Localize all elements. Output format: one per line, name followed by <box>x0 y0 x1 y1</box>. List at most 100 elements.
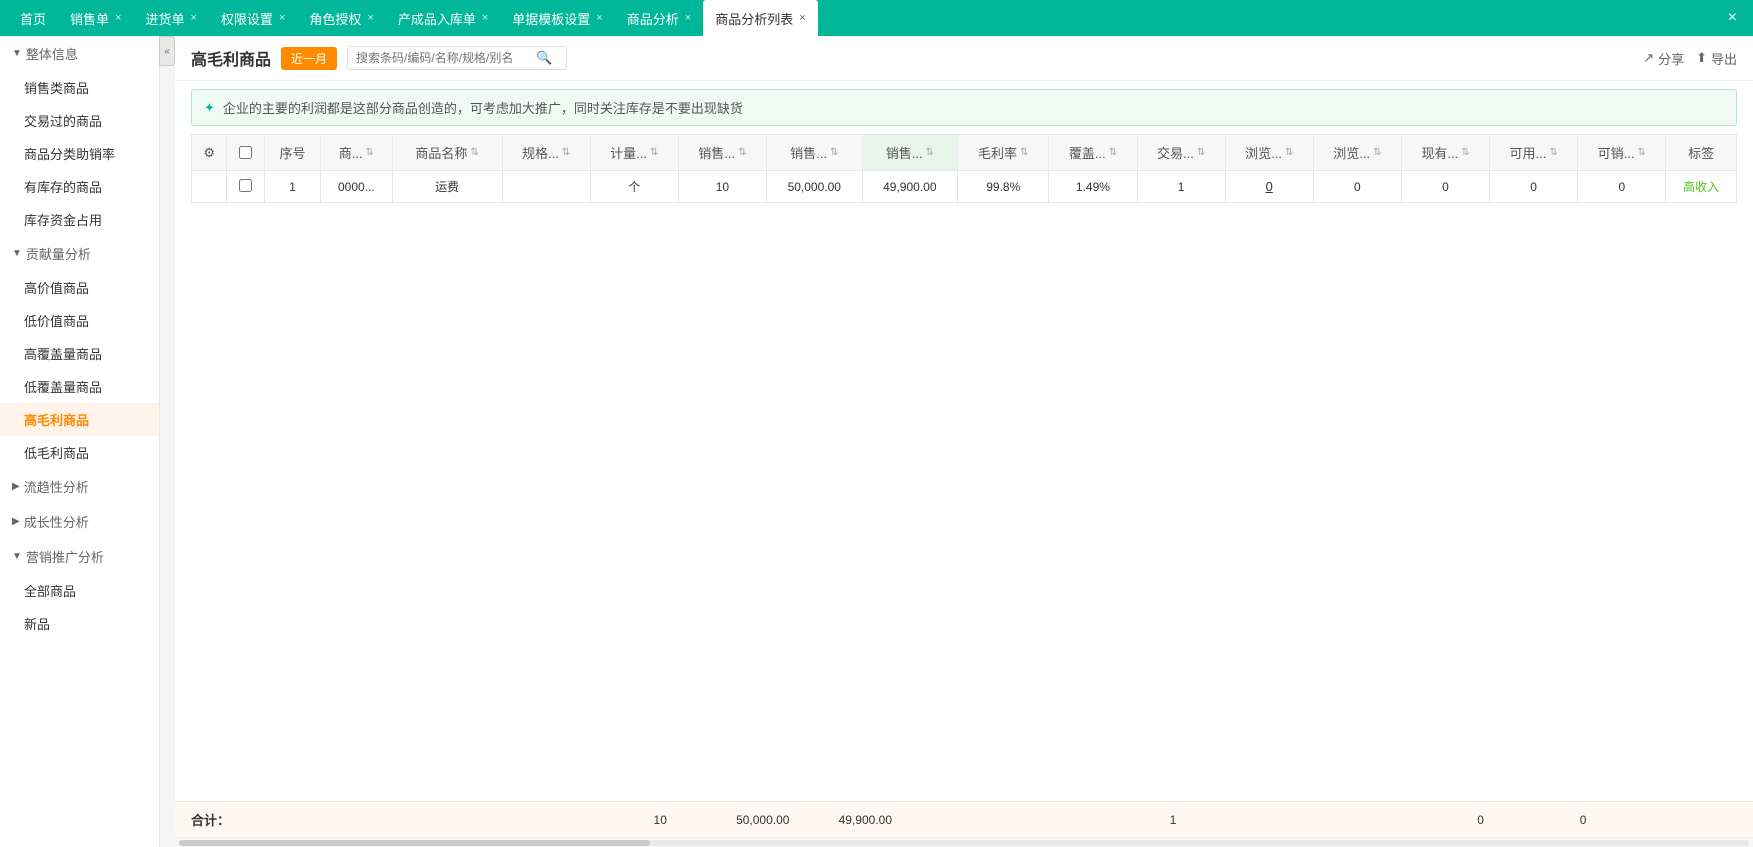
sort-amount-icon: ⇅ <box>830 147 838 158</box>
sidebar-section-flow[interactable]: ▶ 流趋性分析 <box>0 469 159 504</box>
col-browse1[interactable]: 浏览...⇅ <box>1225 135 1313 171</box>
cell-sales-qty: 10 <box>678 171 766 203</box>
sidebar-section-marketing[interactable]: ▼ 营销推广分析 <box>0 539 159 574</box>
search-icon[interactable]: 🔍 <box>536 50 552 66</box>
sidebar-item-low-coverage[interactable]: 低覆盖量商品 <box>0 370 159 403</box>
sidebar-item-high-margin[interactable]: 高毛利商品 <box>0 403 159 436</box>
page-title: 高毛利商品 <box>191 46 271 70</box>
sidebar-section-contribution[interactable]: ▼ 贡献量分析 <box>0 236 159 271</box>
cell-sales-profit: 49,900.00 <box>862 171 958 203</box>
row-checkbox[interactable] <box>239 179 252 192</box>
col-coverage[interactable]: 覆盖...⇅ <box>1049 135 1137 171</box>
nav-purchase-order[interactable]: 进货单 × <box>133 0 208 36</box>
footer-sales-amount: 50,000.00 <box>711 813 814 827</box>
sidebar-collapse-btn[interactable]: « <box>159 36 175 66</box>
close-roles[interactable]: × <box>367 12 373 24</box>
bottom-scrollbar[interactable] <box>175 837 1753 847</box>
sidebar-item-new-goods[interactable]: 新品 <box>0 607 159 640</box>
footer-spacer1 <box>250 813 609 827</box>
sidebar-item-high-coverage[interactable]: 高覆盖量商品 <box>0 337 159 370</box>
sort-name-icon: ⇅ <box>470 147 478 158</box>
close-all-tabs[interactable]: × <box>1720 9 1745 27</box>
sidebar-item-low-value[interactable]: 低价值商品 <box>0 304 159 337</box>
sidebar-item-category-rate[interactable]: 商品分类助销率 <box>0 137 159 170</box>
nav-permissions[interactable]: 权限设置 × <box>209 0 297 36</box>
nav-product-analysis[interactable]: 商品分析 × <box>615 0 703 36</box>
close-product-inbound[interactable]: × <box>482 12 488 24</box>
col-sales-qty[interactable]: 销售...⇅ <box>678 135 766 171</box>
close-product-analysis[interactable]: × <box>685 12 691 24</box>
export-btn[interactable]: ⬆ 导出 <box>1696 49 1737 68</box>
col-browse2[interactable]: 浏览...⇅ <box>1313 135 1401 171</box>
sidebar-item-all-goods[interactable]: 全部商品 <box>0 574 159 607</box>
sort-browse2-icon: ⇅ <box>1373 147 1381 158</box>
close-purchase-order[interactable]: × <box>190 12 196 24</box>
sort-spec-icon: ⇅ <box>562 147 570 158</box>
sort-margin-icon: ⇅ <box>1020 147 1028 158</box>
sidebar-section-growth[interactable]: ▶ 成长性分析 <box>0 504 159 539</box>
cell-sales-amount: 50,000.00 <box>766 171 862 203</box>
col-spec[interactable]: 规格...⇅ <box>502 135 590 171</box>
sidebar-section-overall[interactable]: ▼ 整体信息 <box>0 36 159 71</box>
cell-unit: 个 <box>590 171 678 203</box>
col-available[interactable]: 可用...⇅ <box>1490 135 1578 171</box>
sort-profit-icon: ⇅ <box>926 147 934 158</box>
close-product-analysis-list[interactable]: × <box>799 12 805 24</box>
footer-cells: 10 50,000.00 49,900.00 1 0 0 <box>250 813 1737 827</box>
sort-coverage-icon: ⇅ <box>1109 147 1117 158</box>
sidebar-item-in-stock[interactable]: 有库存的商品 <box>0 170 159 203</box>
table-container[interactable]: ⚙ 序号 商...⇅ 商品名称⇅ 规格...⇅ 计量...⇅ 销售...⇅ 销售… <box>191 134 1737 801</box>
share-btn[interactable]: ↗ 分享 <box>1643 49 1684 68</box>
col-code[interactable]: 商...⇅ <box>321 135 393 171</box>
col-sellable[interactable]: 可销...⇅ <box>1578 135 1666 171</box>
sidebar: ▼ 整体信息 销售类商品 交易过的商品 商品分类助销率 有库存的商品 库存资金占… <box>0 36 160 847</box>
col-sales-amount[interactable]: 销售...⇅ <box>766 135 862 171</box>
time-filter-btn[interactable]: 近一月 <box>281 47 337 70</box>
cell-checkbox[interactable] <box>227 171 264 203</box>
col-index: 序号 <box>264 135 320 171</box>
cell-browse1[interactable]: 0 <box>1225 171 1313 203</box>
sidebar-item-low-margin[interactable]: 低毛利商品 <box>0 436 159 469</box>
footer-sales-profit: 49,900.00 <box>814 813 917 827</box>
alert-icon: ✦ <box>204 100 215 116</box>
scrollbar-thumb[interactable] <box>179 840 650 846</box>
sort-available-icon: ⇅ <box>1549 147 1557 158</box>
cell-coverage: 1.49% <box>1049 171 1137 203</box>
scrollbar-track[interactable] <box>179 840 1749 846</box>
nav-sales-order[interactable]: 销售单 × <box>58 0 133 36</box>
close-template-settings[interactable]: × <box>596 12 602 24</box>
footer-spacer3 <box>1224 813 1429 827</box>
top-nav: 首页 销售单 × 进货单 × 权限设置 × 角色授权 × 产成品入库单 × 单据… <box>0 0 1753 36</box>
sidebar-item-high-value[interactable]: 高价值商品 <box>0 271 159 304</box>
search-input[interactable] <box>356 51 536 65</box>
nav-home[interactable]: 首页 <box>8 0 58 36</box>
col-current-stock[interactable]: 现有...⇅ <box>1401 135 1489 171</box>
col-trade[interactable]: 交易...⇅ <box>1137 135 1225 171</box>
nav-roles[interactable]: 角色授权 × <box>297 0 385 36</box>
col-settings[interactable]: ⚙ <box>192 135 227 171</box>
close-sales-order[interactable]: × <box>115 12 121 24</box>
cell-trade: 1 <box>1137 171 1225 203</box>
col-sales-profit[interactable]: 销售...⇅ <box>862 135 958 171</box>
nav-template-settings[interactable]: 单据模板设置 × <box>500 0 614 36</box>
cell-browse2: 0 <box>1313 171 1401 203</box>
nav-product-inbound[interactable]: 产成品入库单 × <box>386 0 500 36</box>
col-unit[interactable]: 计量...⇅ <box>590 135 678 171</box>
col-name[interactable]: 商品名称⇅ <box>392 135 502 171</box>
col-gross-margin[interactable]: 毛利率⇅ <box>958 135 1049 171</box>
share-icon: ↗ <box>1643 50 1654 66</box>
sort-qty-icon: ⇅ <box>738 147 746 158</box>
cell-code: 0000... <box>321 171 393 203</box>
nav-product-analysis-list[interactable]: 商品分析列表 × <box>703 0 817 36</box>
select-all-checkbox[interactable] <box>239 146 252 159</box>
sidebar-item-sales-goods[interactable]: 销售类商品 <box>0 71 159 104</box>
table-header-row: ⚙ 序号 商...⇅ 商品名称⇅ 规格...⇅ 计量...⇅ 销售...⇅ 销售… <box>192 135 1737 171</box>
sort-code-icon: ⇅ <box>366 147 374 158</box>
close-permissions[interactable]: × <box>279 12 285 24</box>
alert-text: 企业的主要的利润都是这部分商品创造的，可考虑加大推广，同时关注库存是不要出现缺货 <box>223 98 743 117</box>
table-row: 1 0000... 运费 个 10 50,000.00 49,900.00 99… <box>192 171 1737 203</box>
content-header: 高毛利商品 近一月 🔍 ↗ 分享 ⬆ 导出 <box>175 36 1753 81</box>
sidebar-item-stock-capital[interactable]: 库存资金占用 <box>0 203 159 236</box>
sidebar-item-traded-goods[interactable]: 交易过的商品 <box>0 104 159 137</box>
footer-current-stock: 0 <box>1429 813 1532 827</box>
